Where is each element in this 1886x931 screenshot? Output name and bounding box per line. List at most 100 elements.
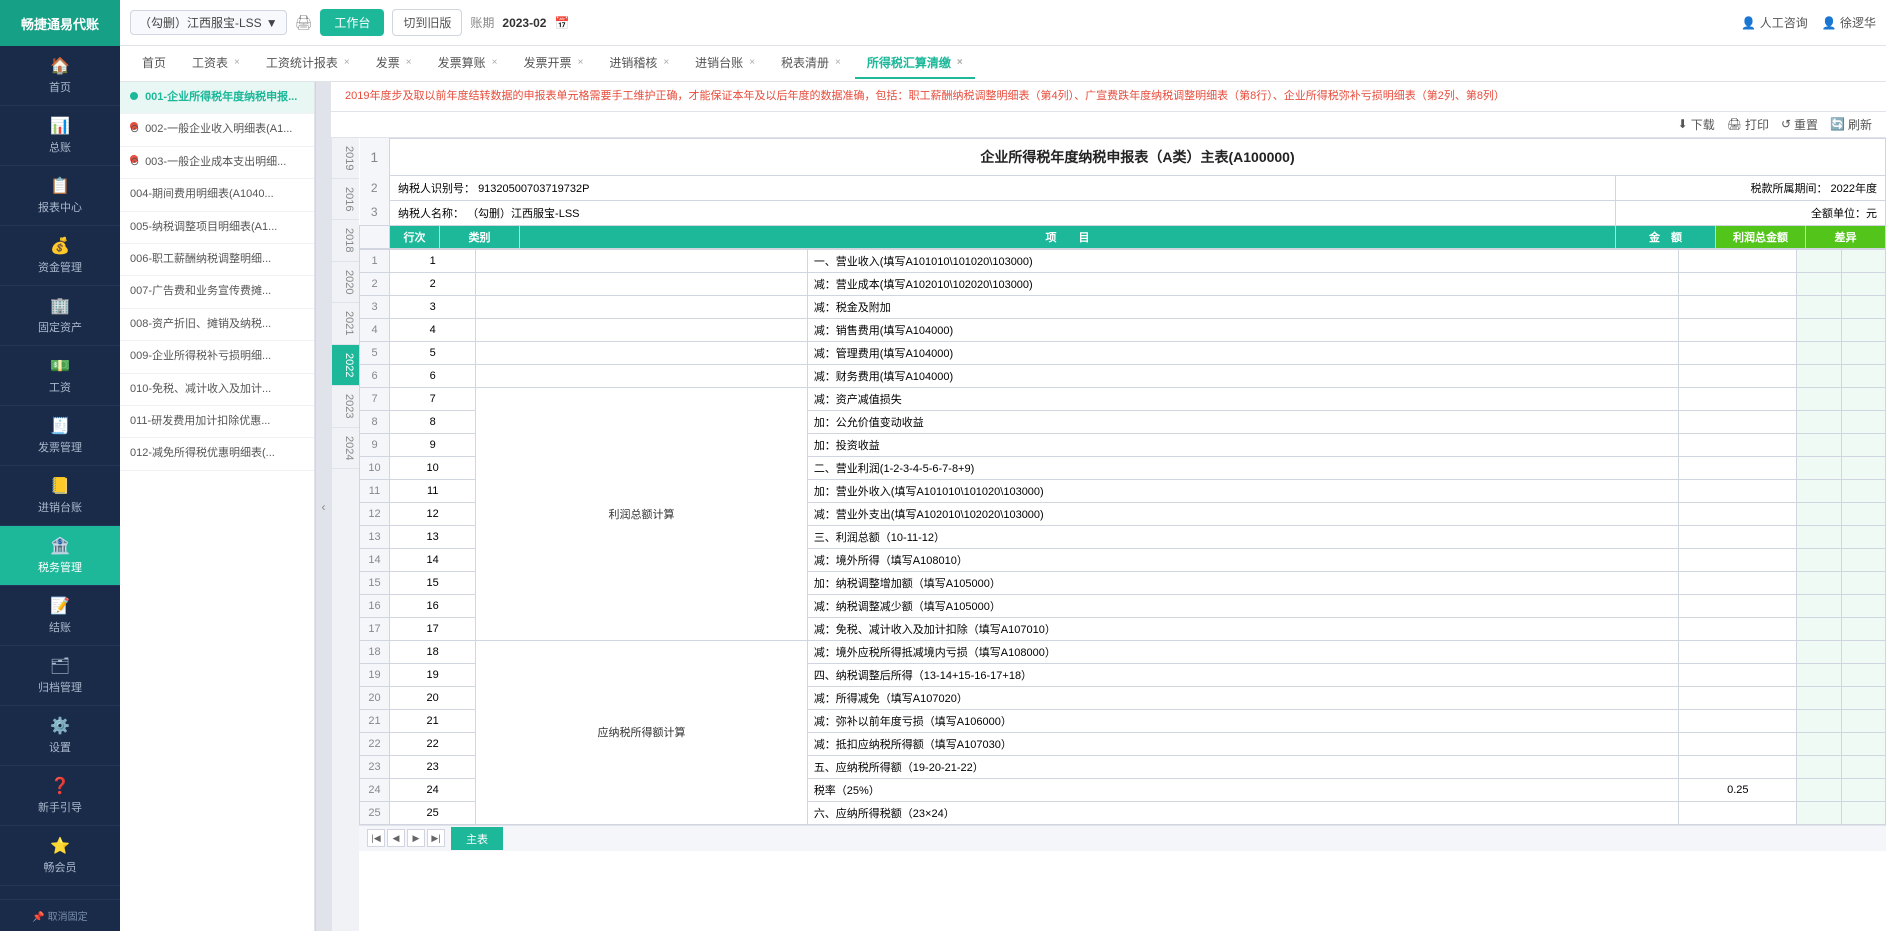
sidebar-item-member[interactable]: ⭐ 畅会员 bbox=[0, 826, 120, 886]
tab-close-icon[interactable]: × bbox=[663, 57, 669, 68]
nav-prev-button[interactable]: ◀ bbox=[387, 829, 405, 847]
tab-audit[interactable]: 进销稽核 × bbox=[597, 48, 681, 79]
tab-close-icon[interactable]: × bbox=[492, 57, 498, 68]
amount-value[interactable] bbox=[1679, 640, 1797, 663]
nav-next-button[interactable]: ▶ bbox=[407, 829, 425, 847]
tab-salary-stats[interactable]: 工资统计报表 × bbox=[254, 48, 362, 79]
amount-value[interactable] bbox=[1679, 318, 1797, 341]
bottom-tab-main[interactable]: 主表 bbox=[451, 827, 503, 850]
amount-value[interactable] bbox=[1679, 571, 1797, 594]
tab-income-tax[interactable]: 所得税汇算清缴 × bbox=[855, 48, 975, 79]
sidebar-item-ledger[interactable]: 📊 总账 bbox=[0, 106, 120, 166]
amount-value[interactable] bbox=[1679, 249, 1797, 272]
amount-value[interactable] bbox=[1679, 364, 1797, 387]
tab-invoice-calc[interactable]: 发票算账 × bbox=[426, 48, 510, 79]
amount-value[interactable] bbox=[1679, 594, 1797, 617]
sidebar-item-closing[interactable]: 📝 结账 bbox=[0, 586, 120, 646]
refresh-button[interactable]: 🔄 刷新 bbox=[1830, 116, 1872, 133]
form-list-item-003[interactable]: ⊙ 003-一般企业成本支出明细... bbox=[120, 147, 314, 179]
sidebar-item-invoice[interactable]: 🧾 发票管理 bbox=[0, 406, 120, 466]
sidebar-item-salary[interactable]: 💵 工资 bbox=[0, 346, 120, 406]
amount-value[interactable] bbox=[1679, 755, 1797, 778]
collapse-panel-button[interactable]: ‹ bbox=[315, 82, 331, 931]
tab-close-icon[interactable]: × bbox=[406, 57, 412, 68]
user-avatar[interactable]: 👤 徐逻华 bbox=[1822, 14, 1876, 31]
sidebar-item-assets[interactable]: 🏢 固定资产 bbox=[0, 286, 120, 346]
amount-value[interactable] bbox=[1679, 410, 1797, 433]
year-2022[interactable]: 2022 bbox=[332, 345, 359, 386]
profit-value bbox=[1797, 249, 1841, 272]
company-selector[interactable]: （勾删）江西服宝-LSS ▼ bbox=[130, 10, 287, 35]
diff-value bbox=[1841, 617, 1885, 640]
sidebar-item-funds[interactable]: 💰 资金管理 bbox=[0, 226, 120, 286]
nav-first-button[interactable]: |◀ bbox=[367, 829, 385, 847]
year-2016[interactable]: 2016 bbox=[332, 179, 359, 220]
amount-value[interactable] bbox=[1679, 617, 1797, 640]
amount-value[interactable] bbox=[1679, 433, 1797, 456]
form-list-item-010[interactable]: 010-免税、减计收入及加计... bbox=[120, 374, 314, 406]
amount-value[interactable] bbox=[1679, 387, 1797, 410]
form-list-item-009[interactable]: 009-企业所得税补亏损明细... bbox=[120, 341, 314, 373]
amount-value[interactable] bbox=[1679, 502, 1797, 525]
amount-value[interactable] bbox=[1679, 456, 1797, 479]
year-2021[interactable]: 2021 bbox=[332, 303, 359, 344]
amount-value[interactable] bbox=[1679, 479, 1797, 502]
sidebar-item-settings[interactable]: ⚙️ 设置 bbox=[0, 706, 120, 766]
switch-old-button[interactable]: 切到旧版 bbox=[392, 9, 462, 36]
form-list-item-011[interactable]: 011-研发费用加计扣除优惠... bbox=[120, 406, 314, 438]
item-label: 加：投资收益 bbox=[807, 433, 1679, 456]
year-2024[interactable]: 2024 bbox=[332, 428, 359, 469]
year-2018[interactable]: 2018 bbox=[332, 220, 359, 261]
sidebar-item-home[interactable]: 🏠 首页 bbox=[0, 46, 120, 106]
amount-value[interactable] bbox=[1679, 272, 1797, 295]
tab-invoice-open[interactable]: 发票开票 × bbox=[511, 48, 595, 79]
sidebar-item-archive[interactable]: 🗂 归档管理 bbox=[0, 646, 120, 706]
amount-value[interactable] bbox=[1679, 341, 1797, 364]
amount-value[interactable] bbox=[1679, 686, 1797, 709]
amount-value[interactable] bbox=[1679, 295, 1797, 318]
reset-button[interactable]: ↺ 重置 bbox=[1781, 116, 1818, 133]
workbench-button[interactable]: 工作台 bbox=[320, 9, 384, 36]
year-2019[interactable]: 2019 bbox=[332, 138, 359, 179]
form-list-item-007[interactable]: 007-广告费和业务宣传费摊... bbox=[120, 276, 314, 308]
tab-close-icon[interactable]: × bbox=[577, 57, 583, 68]
service-btn[interactable]: 👤 人工咨询 bbox=[1741, 14, 1807, 31]
amount-value[interactable] bbox=[1679, 732, 1797, 755]
form-list-item-004[interactable]: 004-期间费用明细表(A1040... bbox=[120, 179, 314, 211]
amount-value[interactable] bbox=[1679, 801, 1797, 824]
nav-last-button[interactable]: ▶| bbox=[427, 829, 445, 847]
sidebar-pin-toggle[interactable]: 📌 取消固定 bbox=[0, 899, 120, 931]
sidebar-item-sales[interactable]: 📒 进销台账 bbox=[0, 466, 120, 526]
form-list-item-008[interactable]: 008-资产折旧、摊销及纳税... bbox=[120, 309, 314, 341]
amount-value[interactable] bbox=[1679, 709, 1797, 732]
print-button[interactable]: 🖨 打印 bbox=[1727, 116, 1769, 133]
tab-invoice[interactable]: 发票 × bbox=[364, 48, 424, 79]
tab-close-icon[interactable]: × bbox=[234, 57, 240, 68]
amount-value[interactable] bbox=[1679, 525, 1797, 548]
tab-salary[interactable]: 工资表 × bbox=[180, 48, 252, 79]
profit-value bbox=[1797, 571, 1841, 594]
tab-close-icon[interactable]: × bbox=[749, 57, 755, 68]
line-number: 20 bbox=[390, 686, 476, 709]
amount-value[interactable]: 0.25 bbox=[1679, 778, 1797, 801]
download-button[interactable]: ⬇ 下载 bbox=[1678, 116, 1715, 133]
year-2020[interactable]: 2020 bbox=[332, 262, 359, 303]
tab-tax-list[interactable]: 税表清册 × bbox=[769, 48, 853, 79]
amount-value[interactable] bbox=[1679, 548, 1797, 571]
tab-close-icon[interactable]: × bbox=[835, 57, 841, 68]
sidebar-item-reports[interactable]: 📋 报表中心 bbox=[0, 166, 120, 226]
table-row: 33减：税金及附加 bbox=[360, 295, 1886, 318]
tab-home[interactable]: 首页 bbox=[130, 48, 178, 79]
form-list-item-012[interactable]: 012-减免所得税优惠明细表(... bbox=[120, 438, 314, 470]
sidebar-item-tax[interactable]: 🏦 税务管理 bbox=[0, 526, 120, 586]
tab-close-icon[interactable]: × bbox=[957, 57, 963, 68]
form-list-item-005[interactable]: 005-纳税调整项目明细表(A1... bbox=[120, 212, 314, 244]
form-list-item-006[interactable]: 006-职工薪酬纳税调整明细... bbox=[120, 244, 314, 276]
year-2023[interactable]: 2023 bbox=[332, 386, 359, 427]
form-list-item-001[interactable]: 001-企业所得税年度纳税申报... bbox=[120, 82, 314, 114]
tab-sales-ledger[interactable]: 进销台账 × bbox=[683, 48, 767, 79]
sidebar-item-guide[interactable]: ❓ 新手引导 bbox=[0, 766, 120, 826]
tab-close-icon[interactable]: × bbox=[344, 57, 350, 68]
form-list-item-002[interactable]: ⊙ 002-一般企业收入明细表(A1... bbox=[120, 114, 314, 146]
amount-value[interactable] bbox=[1679, 663, 1797, 686]
